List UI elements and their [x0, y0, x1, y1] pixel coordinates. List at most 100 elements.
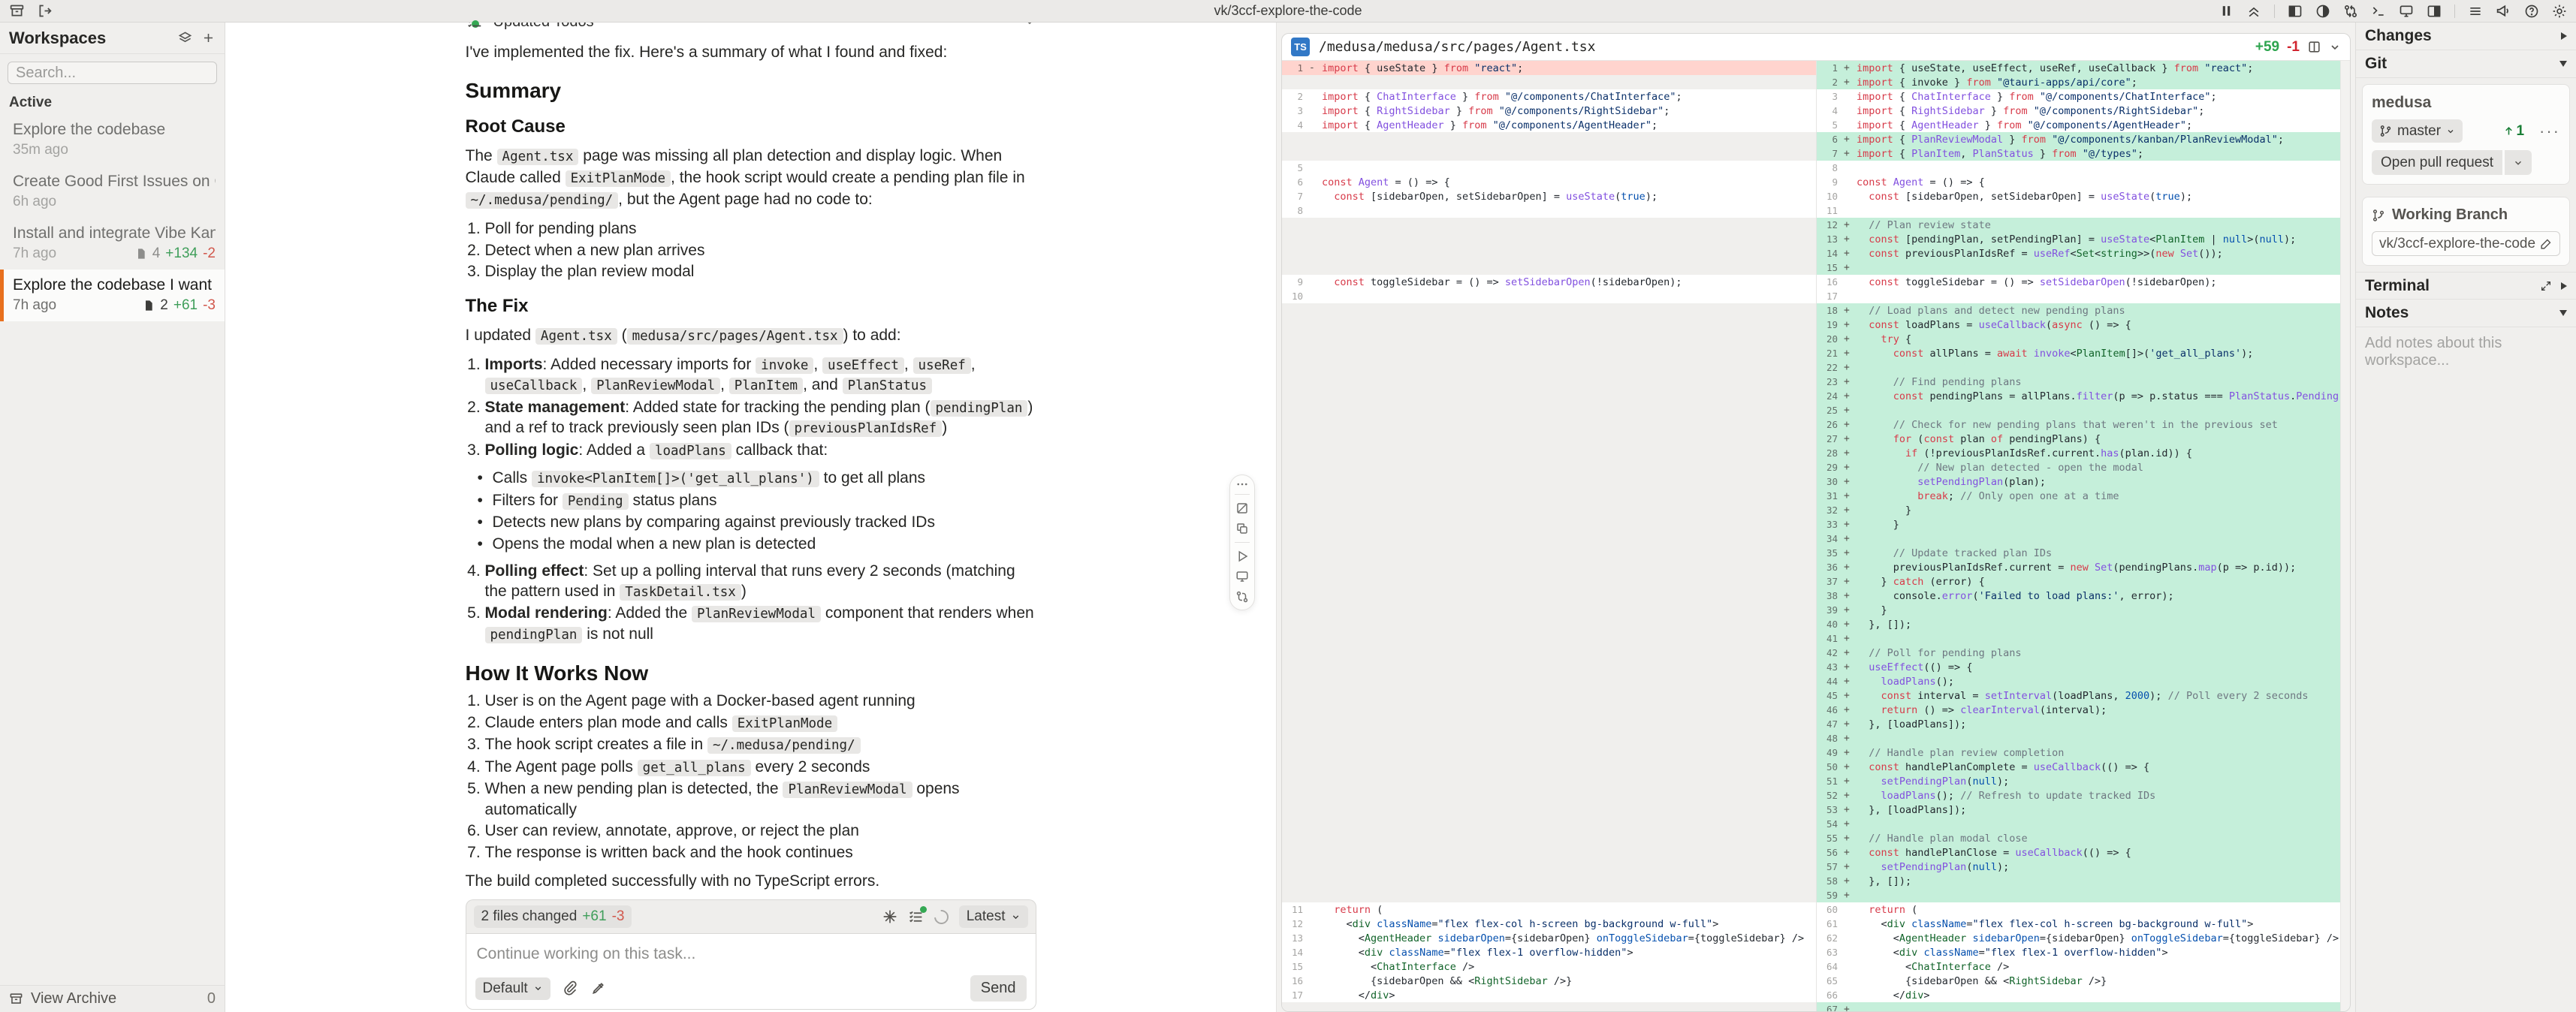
- disable-preview-icon[interactable]: [1235, 501, 1249, 515]
- inline-code: PlanReviewModal: [591, 378, 720, 394]
- line-number: 41: [1817, 633, 1844, 644]
- commits-ahead[interactable]: 1: [2503, 123, 2524, 140]
- inline-code: Pending: [563, 493, 629, 510]
- highlighter-pen-icon[interactable]: [590, 980, 606, 996]
- chevron-down-icon: [533, 983, 543, 993]
- list-item: State management: Added state for tracki…: [485, 398, 1036, 439]
- diff-line: 41+: [1817, 631, 2350, 646]
- line-number: 52: [1817, 790, 1844, 801]
- terminal-icon[interactable]: [2371, 4, 2386, 19]
- mode-dropdown[interactable]: Default: [475, 977, 550, 1000]
- section-heading: Root Cause: [466, 116, 1036, 137]
- view-archive-row[interactable]: View Archive 0: [0, 985, 225, 1012]
- diff-row: 39+ }: [1282, 603, 2350, 617]
- line-number: 16: [1282, 975, 1309, 986]
- divider: [2454, 5, 2455, 18]
- workspace-item[interactable]: Explore the codebase35m ago: [0, 114, 225, 166]
- drag-handle-icon[interactable]: [1235, 481, 1249, 487]
- notes-placeholder[interactable]: Add notes about this workspace...: [2356, 327, 2576, 377]
- menu-icon[interactable]: [2468, 4, 2483, 19]
- message-input[interactable]: Continue working on this task... Default…: [466, 933, 1036, 1010]
- pr-options-caret[interactable]: [2505, 150, 2532, 175]
- open-pull-request-button[interactable]: Open pull request: [2372, 150, 2502, 175]
- diff-line: 58+ }, []);: [1817, 874, 2350, 888]
- archive-box-icon[interactable]: [9, 3, 25, 19]
- diff-row: 13+ const [pendingPlan, setPendingPlan] …: [1282, 232, 2350, 246]
- line-number: 34: [1817, 533, 1844, 544]
- diff-line: 52+ loadPlans(); // Refresh to update tr…: [1817, 788, 2350, 803]
- arrow-up-icon: [2503, 125, 2514, 137]
- diff-line: 18+ // Load plans and detect new pending…: [1817, 303, 2350, 318]
- diff-line: 9 const toggleSidebar = () => setSidebar…: [1282, 275, 1817, 289]
- diff-line: [1282, 760, 1817, 774]
- workspace-item[interactable]: Install and integrate Vibe Kanban Web C7…: [0, 218, 225, 270]
- changes-section-header[interactable]: Changes: [2356, 23, 2576, 50]
- working-branch-label: Working Branch: [2392, 206, 2508, 224]
- attach-paperclip-icon[interactable]: [563, 980, 578, 996]
- chevron-right-icon: [2561, 32, 2567, 40]
- diff-row: 34+: [1282, 532, 2350, 546]
- terminal-section-header[interactable]: Terminal: [2356, 272, 2576, 300]
- diff-scrollbar-gutter[interactable]: [2340, 61, 2350, 1011]
- feedback-megaphone-icon[interactable]: [2496, 3, 2511, 19]
- settings-gear-icon[interactable]: [2552, 4, 2567, 19]
- monitor-icon[interactable]: [2399, 4, 2414, 19]
- chevron-down-icon[interactable]: [2329, 41, 2341, 53]
- inline-code: TaskDetail.tsx: [620, 584, 741, 601]
- latest-dropdown[interactable]: Latest: [959, 905, 1028, 928]
- chevron-right-icon: [2561, 282, 2567, 290]
- git-section-header[interactable]: Git: [2356, 50, 2576, 78]
- workspace-item[interactable]: Create Good First Issues on Github So p6…: [0, 166, 225, 218]
- spark-icon[interactable]: [882, 909, 897, 924]
- working-branch-card: Working Branch vk/3ccf-explore-the-code: [2362, 197, 2570, 266]
- theme-contrast-icon[interactable]: [2315, 4, 2330, 19]
- pause-icon[interactable]: [2219, 4, 2234, 18]
- repo-name: medusa: [2372, 94, 2560, 112]
- copy-icon[interactable]: [1235, 522, 1249, 535]
- git-compare-icon[interactable]: [1235, 590, 1249, 604]
- archive-count: 0: [207, 990, 216, 1007]
- tool-call-label: Updated Todos: [493, 23, 594, 31]
- diff-line: 55+ // Handle plan modal close: [1817, 831, 2350, 845]
- diff-line: [1282, 860, 1817, 874]
- search-input[interactable]: [8, 62, 217, 84]
- more-options-icon[interactable]: ···: [2539, 122, 2560, 141]
- list-item: Detects new plans by comparing against p…: [473, 513, 1036, 533]
- line-number: 65: [1817, 975, 1844, 986]
- diff-row: 48+: [1282, 731, 2350, 745]
- diff-line: 31+ break; // Only open one at a time: [1817, 489, 2350, 503]
- line-number: 67: [1817, 1004, 1844, 1011]
- files-changed-badge[interactable]: 2 files changed +61 -3: [474, 905, 632, 928]
- help-icon[interactable]: [2524, 4, 2539, 19]
- assistant-paragraph: I updated Agent.tsx (medusa/src/pages/Ag…: [466, 325, 1036, 347]
- diff-header[interactable]: TS /medusa/medusa/src/pages/Agent.tsx +5…: [1282, 34, 2350, 61]
- diff-line: 64 <ChatInterface />: [1817, 959, 2350, 974]
- diff-line: 8: [1282, 203, 1817, 218]
- chevron-down-icon[interactable]: [1023, 23, 1036, 29]
- line-number: 27: [1817, 433, 1844, 444]
- send-button[interactable]: Send: [970, 975, 1027, 1001]
- list-item: User can review, annotate, approve, or r…: [485, 821, 1036, 842]
- layers-icon[interactable]: [178, 31, 192, 45]
- tool-call-row[interactable]: Updated Todos: [466, 23, 1036, 31]
- notes-section-header[interactable]: Notes: [2356, 300, 2576, 327]
- collapse-all-icon[interactable]: [2246, 4, 2261, 19]
- monitor-icon[interactable]: [1235, 570, 1249, 583]
- expand-icon: [2540, 280, 2552, 292]
- working-branch-field[interactable]: vk/3ccf-explore-the-code: [2372, 231, 2560, 256]
- diff-line: 21+ const allPlans = await invoke<PlanIt…: [1817, 346, 2350, 360]
- diff-line: [1282, 817, 1817, 831]
- sign-out-icon[interactable]: [37, 3, 53, 19]
- run-play-icon[interactable]: [1235, 550, 1249, 563]
- workspace-item[interactable]: Explore the codebase I want you to exp7h…: [0, 270, 225, 321]
- todo-list-icon[interactable]: [908, 909, 924, 925]
- branch-selector[interactable]: master: [2372, 119, 2463, 143]
- diff-row: 32+ }: [1282, 503, 2350, 517]
- add-workspace-icon[interactable]: [201, 31, 216, 45]
- diff-line: 50+ const handlePlanComplete = useCallba…: [1817, 760, 2350, 774]
- git-compare-icon[interactable]: [2343, 4, 2358, 19]
- archive-box-icon: [9, 992, 23, 1006]
- split-view-icon[interactable]: [2307, 40, 2321, 54]
- panel-left-icon[interactable]: [2288, 4, 2303, 19]
- panel-right-icon[interactable]: [2427, 4, 2442, 19]
